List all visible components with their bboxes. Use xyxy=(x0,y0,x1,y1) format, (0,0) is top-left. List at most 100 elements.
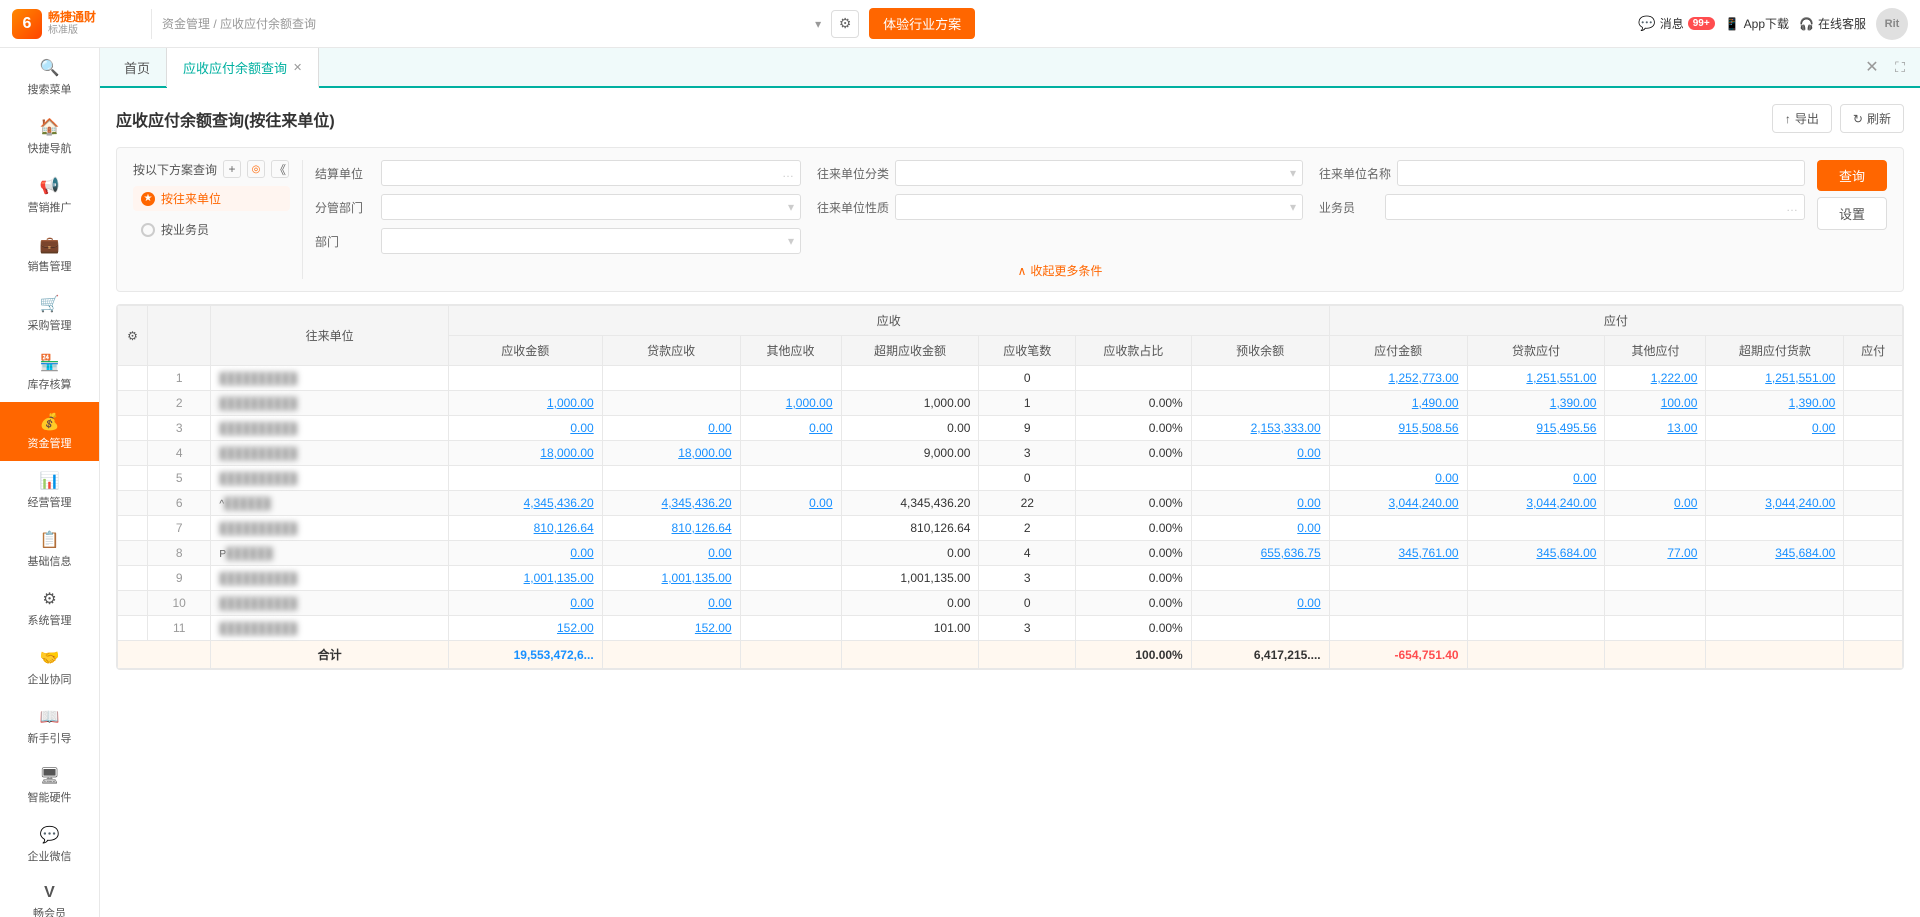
filter-radio-salesperson[interactable]: 按业务员 xyxy=(133,217,290,242)
filter-cell-nature: 往来单位性质 ▾ xyxy=(817,194,1303,220)
sidebar-item-search[interactable]: 🔍 搜索菜单 xyxy=(0,48,99,107)
col-ap-amount: 应付金额 xyxy=(1329,336,1467,366)
filter-select-depart[interactable]: ▾ xyxy=(381,228,801,254)
export-icon: ↑ xyxy=(1785,112,1791,126)
base-icon: 📋 xyxy=(40,530,60,550)
filter-input-name[interactable] xyxy=(1397,160,1805,186)
col-ar-amount: 应收金额 xyxy=(448,336,602,366)
col-settings[interactable]: ⚙ xyxy=(118,306,148,366)
refresh-icon: ↻ xyxy=(1853,112,1863,126)
message-badge: 99+ xyxy=(1688,17,1715,30)
table-wrapper: ⚙ 往来单位 应收 应付 应收金额 贷款应收 其他应收 超期应收金额 xyxy=(116,304,1904,670)
settings-icon[interactable]: ⚙ xyxy=(831,10,859,38)
filter-label: 按以下方案查询 xyxy=(133,161,217,178)
sidebar-item-marketing[interactable]: 📢 营销推广 xyxy=(0,166,99,225)
logo-icon: 6 xyxy=(12,9,42,39)
sidebar-item-nav[interactable]: 🏠 快捷导航 xyxy=(0,107,99,166)
filter-label-settlement: 结算单位 xyxy=(315,165,375,182)
table-row: 8P██████0.000.000.0040.00%655,636.75345,… xyxy=(118,541,1903,566)
filter-label-salesperson: 业务员 xyxy=(1319,199,1379,216)
filter-select-nature[interactable]: ▾ xyxy=(895,194,1303,220)
col-ar-other: 其他应收 xyxy=(740,336,841,366)
export-button[interactable]: ↑ 导出 xyxy=(1772,104,1832,133)
sidebar-item-base[interactable]: 📋 基础信息 xyxy=(0,520,99,579)
query-button[interactable]: 查询 xyxy=(1817,160,1887,191)
filter-cell-category: 往来单位分类 ▾ xyxy=(817,160,1303,186)
window-expand-icon[interactable]: ⛶ xyxy=(1888,55,1912,79)
filter-target-btn[interactable]: ◎ xyxy=(247,160,265,178)
message-area[interactable]: 💬 消息 99+ xyxy=(1638,15,1714,32)
tab-home[interactable]: 首页 xyxy=(108,48,167,87)
hardware-icon: 🖥 xyxy=(39,766,59,786)
collab-icon: 🤝 xyxy=(40,648,60,668)
sidebar-item-collab[interactable]: 🤝 企业协同 xyxy=(0,638,99,697)
tab-close-icon[interactable]: ✕ xyxy=(293,61,302,74)
filter-cell-dept: 分管部门 ▾ xyxy=(315,194,801,220)
page-title: 应收应付余额查询(按往来单位) xyxy=(116,107,335,131)
col-ar-loan: 贷款应收 xyxy=(602,336,740,366)
sidebar-item-system[interactable]: ⚙ 系统管理 xyxy=(0,579,99,638)
sidebar-item-purchase[interactable]: 🛒 采购管理 xyxy=(0,284,99,343)
table-row: 4██████████18,000.0018,000.009,000.0030.… xyxy=(118,441,1903,466)
table-row: 5██████████00.000.00 xyxy=(118,466,1903,491)
footer-ar-amount: 19,553,472,6... xyxy=(448,641,602,669)
col-ar-count: 应收笔数 xyxy=(979,336,1076,366)
filter-input-salesperson[interactable]: … xyxy=(1385,194,1805,220)
table-row: 6^██████4,345,436.204,345,436.200.004,34… xyxy=(118,491,1903,516)
filter-select-category[interactable]: ▾ xyxy=(895,160,1303,186)
tab-bar: 首页 应收应付余额查询 ✕ ✕ ⛶ xyxy=(100,48,1920,88)
footer-ar-ratio: 100.00% xyxy=(1076,641,1192,669)
filter-add-btn[interactable]: + xyxy=(223,160,241,178)
collapse-more-btn[interactable]: ∧ 收起更多条件 xyxy=(315,262,1805,279)
sidebar-item-sales[interactable]: 💼 销售管理 xyxy=(0,225,99,284)
sidebar-item-guide[interactable]: 📖 新手引导 xyxy=(0,697,99,756)
sidebar-item-wechat[interactable]: 💬 企业微信 xyxy=(0,815,99,874)
table-row: 11██████████152.00152.00101.0030.00% xyxy=(118,616,1903,641)
table-row: 7██████████810,126.64810,126.64810,126.6… xyxy=(118,516,1903,541)
filter-select-dept[interactable]: ▾ xyxy=(381,194,801,220)
tab-query[interactable]: 应收应付余额查询 ✕ xyxy=(167,48,319,88)
filter-radio-partner[interactable]: ★ 按往来单位 xyxy=(133,186,290,211)
set-button[interactable]: 设置 xyxy=(1817,197,1887,230)
col-ar-ratio: 应收款占比 xyxy=(1076,336,1192,366)
sidebar-item-member[interactable]: V 畅会员 xyxy=(0,874,99,917)
logo-text: 畅捷通财 标准版 xyxy=(48,10,96,36)
filter-label-name: 往来单位名称 xyxy=(1319,165,1391,182)
filter-area: 按以下方案查询 + ◎ 《 ★ 按往来单位 xyxy=(116,147,1904,292)
filter-label-category: 往来单位分类 xyxy=(817,165,889,182)
refresh-button[interactable]: ↻ 刷新 xyxy=(1840,104,1904,133)
footer-label: 合计 xyxy=(211,641,449,669)
filter-label-nature: 往来单位性质 xyxy=(817,199,889,216)
user-avatar[interactable]: Rit xyxy=(1876,8,1908,40)
app-download[interactable]: 📱 App下载 xyxy=(1725,15,1789,32)
col-ap-other: 其他应付 xyxy=(1605,336,1706,366)
window-close-icon[interactable]: ✕ xyxy=(1860,55,1884,79)
dropdown-arrow-icon[interactable]: ▾ xyxy=(815,17,821,31)
wechat-icon: 💬 xyxy=(40,825,60,845)
search-icon: 🔍 xyxy=(40,58,60,78)
filter-input-settlement[interactable]: … xyxy=(381,160,801,186)
breadcrumb: 资金管理 / 应收应付余额查询 xyxy=(162,15,805,32)
message-icon: 💬 xyxy=(1638,15,1655,32)
member-icon: V xyxy=(44,884,55,902)
main-area: 首页 应收应付余额查询 ✕ ✕ ⛶ 应收应付余额查询(按往来单位) ↑ 导出 xyxy=(100,48,1920,917)
col-ar-prepay: 预收余额 xyxy=(1191,336,1329,366)
sidebar-item-finance[interactable]: 💰 资金管理 xyxy=(0,402,99,461)
filter-collapse-left-btn[interactable]: 《 xyxy=(271,160,289,178)
group-receivable: 应收 xyxy=(448,306,1329,336)
group-payable: 应付 xyxy=(1329,306,1902,336)
sidebar-item-operations[interactable]: 📊 经营管理 xyxy=(0,461,99,520)
solution-button[interactable]: 体验行业方案 xyxy=(869,8,975,39)
col-num xyxy=(148,306,211,366)
footer-ap-amount: -654,751.40 xyxy=(1329,641,1467,669)
online-service[interactable]: 🎧 在线客服 xyxy=(1799,15,1866,32)
table-row: 10██████████0.000.000.0000.00%0.00 xyxy=(118,591,1903,616)
table-row: 3██████████0.000.000.000.0090.00%2,153,3… xyxy=(118,416,1903,441)
footer-ar-prepay: 6,417,215.... xyxy=(1191,641,1329,669)
sidebar-item-hardware[interactable]: 🖥 智能硬件 xyxy=(0,756,99,815)
filter-cell-name: 往来单位名称 xyxy=(1319,160,1805,186)
col-ap-overdue: 超期应付货款 xyxy=(1706,336,1844,366)
download-icon: 📱 xyxy=(1725,17,1740,31)
sidebar-item-inventory[interactable]: 🏪 库存核算 xyxy=(0,343,99,402)
finance-icon: 💰 xyxy=(40,412,60,432)
